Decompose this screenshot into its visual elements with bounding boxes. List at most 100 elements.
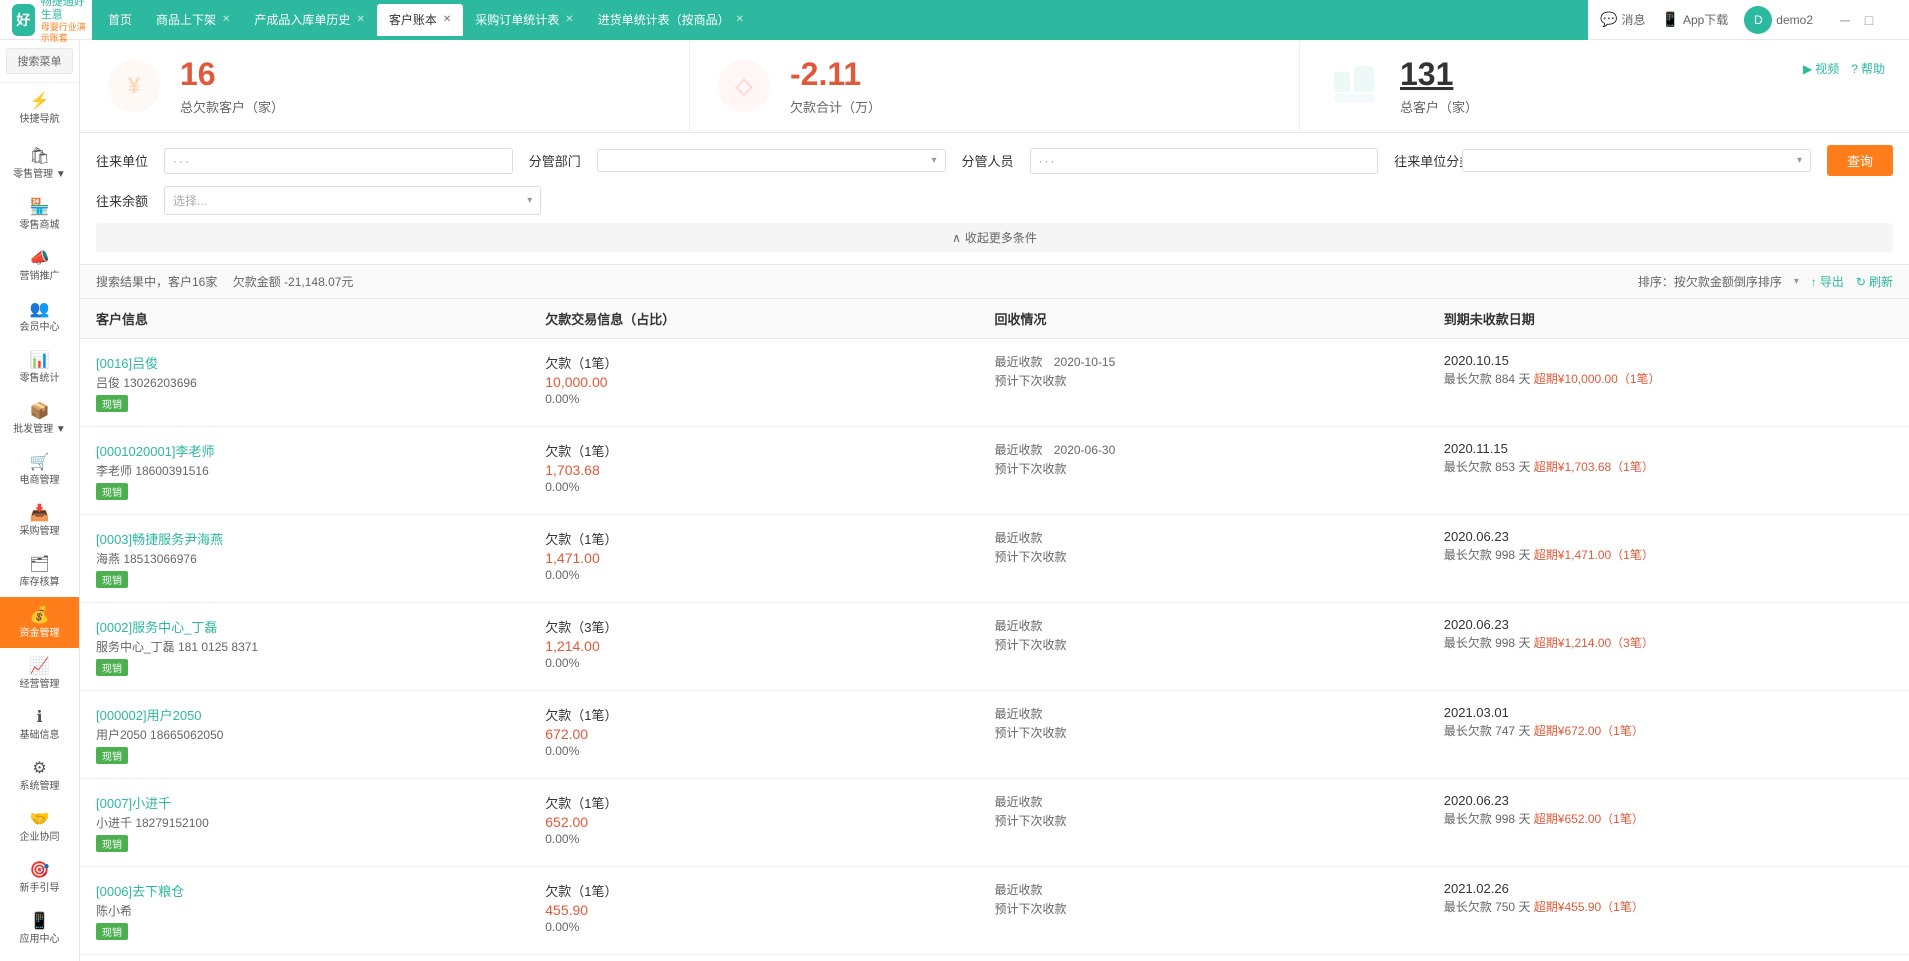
search-button[interactable]: 查询	[1827, 145, 1893, 176]
search-menu-btn[interactable]: 搜索菜单	[6, 48, 73, 74]
tab-close-production[interactable]: ✕	[356, 14, 364, 25]
tab-close-purchase[interactable]: ✕	[565, 14, 573, 25]
overdue-info-2: 最长欠款 998 天 超期¥1,471.00（1笔）	[1444, 546, 1893, 563]
balance-dropdown[interactable]: 选择... ▾	[164, 186, 541, 215]
export-btn[interactable]: ↑ 导出	[1811, 273, 1844, 290]
debt-amount-3[interactable]: 1,214.00	[545, 638, 994, 654]
top-bar: 好 畅捷通好生意 母婴行业演示账套 首页 商品上下架 ✕ 产成品入库单历史 ✕ …	[0, 0, 1909, 40]
overdue-link-6[interactable]: 超期¥455.90（1笔）	[1534, 900, 1644, 914]
sidebar-item-system[interactable]: ⚙ 系统管理	[0, 750, 79, 801]
sidebar-item-finance[interactable]: 💰 资金管理	[0, 597, 79, 648]
refresh-btn[interactable]: ↻ 刷新	[1856, 273, 1893, 290]
minimize-btn[interactable]: ─	[1837, 12, 1853, 28]
sidebar-item-retail-mgmt[interactable]: 🛍 零售管理 ▼	[0, 138, 79, 189]
guide-icon: 🎯	[30, 860, 50, 880]
sidebar-item-apps[interactable]: 📱 应用中心	[0, 903, 79, 954]
sort-chevron[interactable]: ▾	[1794, 276, 1799, 287]
tab-close-stats[interactable]: ✕	[736, 14, 744, 25]
due-cell-3: 2020.06.23 最长欠款 998 天 超期¥1,214.00（3笔）	[1444, 617, 1893, 651]
debt-percent-3: 0.00%	[545, 656, 994, 670]
debt-amount-2[interactable]: 1,471.00	[545, 550, 994, 566]
app-download-btn[interactable]: 📱 App下载	[1662, 11, 1729, 28]
card-top-links: ▶ 视频 ? 帮助	[1803, 60, 1885, 77]
sidebar-item-retail-mall[interactable]: 🏪 零售商城	[0, 189, 79, 240]
debt-count-6: 欠款（1笔）	[545, 881, 994, 900]
debt-cell-2: 欠款（1笔） 1,471.00 0.00%	[545, 529, 994, 582]
debt-amount-0[interactable]: 10,000.00	[545, 374, 994, 390]
overdue-link-5[interactable]: 超期¥652.00（1笔）	[1534, 812, 1644, 826]
collection-cell-0: 最近收款 2020-10-15 预计下次收款	[995, 353, 1444, 389]
customer-tag-3: 现销	[96, 659, 128, 676]
customer-name-3[interactable]: [0002]服务中心_丁磊	[96, 617, 545, 636]
debt-count-4: 欠款（1笔）	[545, 705, 994, 724]
debt-amount-4[interactable]: 672.00	[545, 726, 994, 742]
from-unit-input[interactable]: ···	[164, 148, 513, 174]
dept-select[interactable]: ▾	[597, 149, 946, 172]
help-link[interactable]: ? 帮助	[1851, 60, 1885, 77]
customer-name-0[interactable]: [0016]吕俊	[96, 353, 545, 372]
debt-cell-0: 欠款（1笔） 10,000.00 0.00%	[545, 353, 994, 406]
total-debt-card-icon: ◇	[714, 56, 774, 116]
tab-close-products[interactable]: ✕	[222, 14, 230, 25]
debt-cell-5: 欠款（1笔） 652.00 0.00%	[545, 793, 994, 846]
sidebar-item-nav[interactable]: ⚡ 快捷导航	[0, 83, 79, 134]
debt-percent-2: 0.00%	[545, 568, 994, 582]
person-label: 分管人员	[962, 151, 1022, 170]
customer-name-4[interactable]: [000002]用户2050	[96, 705, 545, 724]
unit-category-select[interactable]: ▾	[1462, 149, 1811, 172]
summary-card-total-customers: 131 总客户（家） ▶ 视频 ? 帮助	[1300, 40, 1909, 132]
collapse-more-btn[interactable]: ∧ 收起更多条件	[96, 223, 1893, 252]
debt-amount-5[interactable]: 652.00	[545, 814, 994, 830]
customer-name-5[interactable]: [0007]小进千	[96, 793, 545, 812]
overdue-link-1[interactable]: 超期¥1,703.68（1笔）	[1534, 460, 1654, 474]
filter-row-2: 往来余额 选择... ▾	[96, 186, 1893, 215]
customer-cell-6: [0006]去下粮仓 陈小希 现销	[96, 881, 545, 940]
due-date-0: 2020.10.15	[1444, 353, 1893, 368]
tab-purchase-order[interactable]: 采购订单统计表 ✕	[463, 4, 585, 36]
debt-cell-6: 欠款（1笔） 455.90 0.00%	[545, 881, 994, 934]
customer-cell-5: [0007]小进千 小进千 18279152100 现销	[96, 793, 545, 852]
results-bar: 搜索结果中，客户16家 欠款金额 -21,148.07元 排序：按欠款金额倒序排…	[80, 265, 1909, 299]
sidebar-item-collab[interactable]: 🤝 企业协同	[0, 801, 79, 852]
tab-customer-account[interactable]: 客户账本 ✕	[377, 4, 463, 36]
person-input[interactable]: ···	[1030, 148, 1379, 174]
sidebar-item-guide[interactable]: 🎯 新手引导	[0, 852, 79, 903]
customer-name-2[interactable]: [0003]畅捷服务尹海燕	[96, 529, 545, 548]
tab-production[interactable]: 产成品入库单历史 ✕	[242, 4, 376, 36]
due-date-5: 2020.06.23	[1444, 793, 1893, 808]
sidebar-item-wechat[interactable]: 💬 企业微信	[0, 954, 79, 961]
user-menu[interactable]: D demo2	[1744, 6, 1813, 34]
sidebar-item-inventory[interactable]: 🗂 库存核算	[0, 546, 79, 597]
tab-products[interactable]: 商品上下架 ✕	[144, 4, 242, 36]
customer-name-1[interactable]: [0001020001]李老师	[96, 441, 545, 460]
logo-text: 畅捷通好生意 母婴行业演示账套	[41, 0, 92, 43]
overdue-link-3[interactable]: 超期¥1,214.00（3笔）	[1534, 636, 1654, 650]
filter-area: 往来单位 ··· 分管部门 ▾ 分管人员	[80, 133, 1909, 265]
video-link[interactable]: ▶ 视频	[1803, 60, 1839, 77]
sidebar-item-business[interactable]: 📈 经营管理	[0, 648, 79, 699]
debt-amount-1[interactable]: 1,703.68	[545, 462, 994, 478]
maximize-btn[interactable]: □	[1861, 12, 1877, 28]
sidebar-item-purchase[interactable]: 📥 采购管理	[0, 495, 79, 546]
unit-category-chevron: ▾	[1797, 155, 1802, 166]
message-btn[interactable]: 💬 消息	[1600, 11, 1645, 28]
customer-cell-4: [000002]用户2050 用户2050 18665062050 现销	[96, 705, 545, 764]
customer-name-6[interactable]: [0006]去下粮仓	[96, 881, 545, 900]
debtors-card-info: 16 总欠款客户（家）	[180, 56, 284, 116]
debt-amount-6[interactable]: 455.90	[545, 902, 994, 918]
overdue-link-0[interactable]: 超期¥10,000.00（1笔）	[1534, 372, 1661, 386]
sidebar-item-ecommerce[interactable]: 🛒 电商管理	[0, 444, 79, 495]
tab-purchase-stats[interactable]: 进货单统计表（按商品） ✕	[586, 4, 756, 36]
due-cell-0: 2020.10.15 最长欠款 884 天 超期¥10,000.00（1笔）	[1444, 353, 1893, 387]
tab-home[interactable]: 首页	[96, 4, 144, 36]
overdue-link-2[interactable]: 超期¥1,471.00（1笔）	[1534, 548, 1654, 562]
sidebar-item-retail-stats[interactable]: 📊 零售统计	[0, 342, 79, 393]
overdue-link-4[interactable]: 超期¥672.00（1笔）	[1534, 724, 1644, 738]
sidebar-item-marketing[interactable]: 📣 营销推广	[0, 240, 79, 291]
sidebar-item-members[interactable]: 👥 会员中心	[0, 291, 79, 342]
due-date-4: 2021.03.01	[1444, 705, 1893, 720]
sidebar-item-basic-info[interactable]: ℹ 基础信息	[0, 699, 79, 750]
sidebar-item-wholesale[interactable]: 📦 批发管理 ▼	[0, 393, 79, 444]
recent-collect-1: 最近收款 2020-06-30	[995, 441, 1444, 458]
tab-close-customer[interactable]: ✕	[443, 14, 451, 25]
